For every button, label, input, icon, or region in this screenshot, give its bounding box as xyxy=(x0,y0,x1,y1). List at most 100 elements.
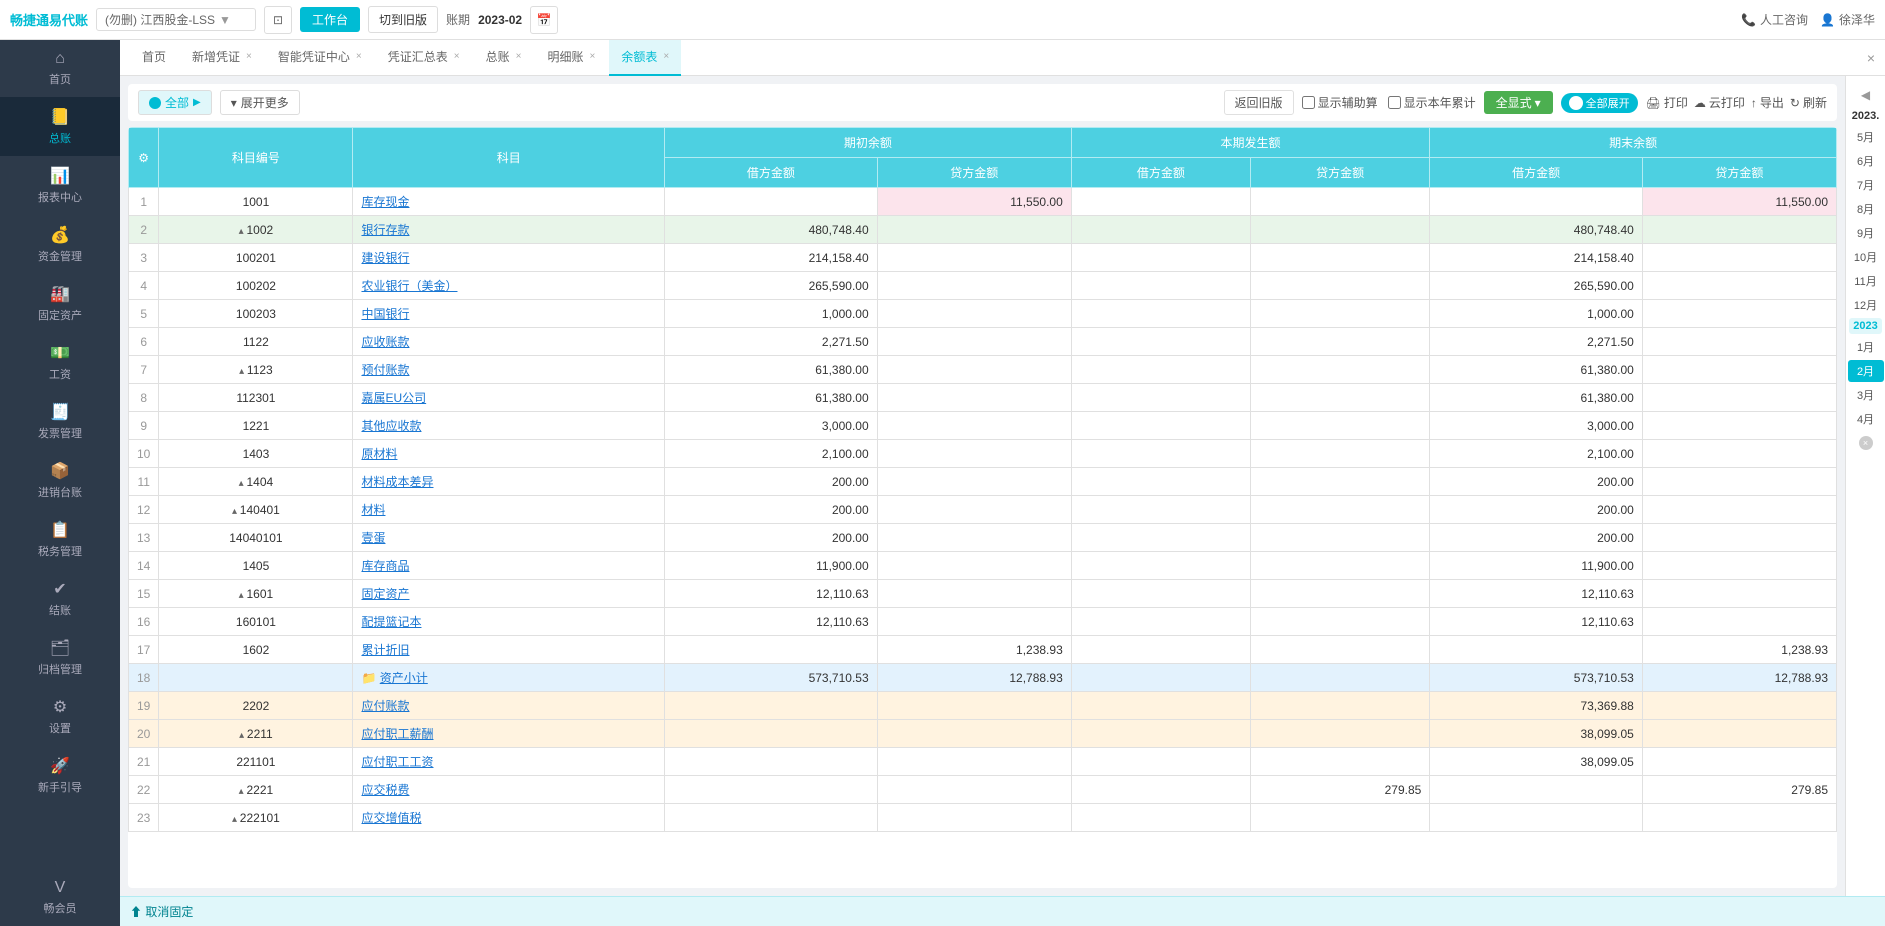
sidebar-item-home[interactable]: ⌂ 首页 xyxy=(0,40,120,97)
sidebar-item-wage[interactable]: 💵 工资 xyxy=(0,333,120,392)
bottom-bar[interactable]: ⬆ 取消固定 xyxy=(120,896,1885,926)
switch-old-button[interactable]: 切到旧版 xyxy=(368,6,438,33)
month-4[interactable]: 4月 xyxy=(1848,408,1884,430)
sidebar-item-fixed[interactable]: 🏭 固定资产 xyxy=(0,274,120,333)
show-aux-checkbox[interactable]: 显示辅助算 xyxy=(1302,94,1378,111)
month-7[interactable]: 7月 xyxy=(1848,174,1884,196)
copy-icon[interactable]: ⊡ xyxy=(264,6,292,34)
account-name[interactable]: 建设银行 xyxy=(353,244,665,272)
account-name-link[interactable]: 累计折旧 xyxy=(361,643,409,657)
tab-detail[interactable]: 明细账 × xyxy=(535,40,607,76)
sidebar-item-ledger[interactable]: 📒 总账 xyxy=(0,97,120,156)
account-name[interactable]: 预付账款 xyxy=(353,356,665,384)
account-name[interactable]: 应付账款 xyxy=(353,692,665,720)
tab-new-voucher[interactable]: 新增凭证 × xyxy=(180,40,264,76)
account-name-link[interactable]: 中国银行 xyxy=(361,307,409,321)
account-name-link[interactable]: 壹蛋 xyxy=(361,531,385,545)
sidebar-item-member[interactable]: V 畅会员 xyxy=(0,869,120,926)
account-name-link[interactable]: 固定资产 xyxy=(361,587,409,601)
account-name[interactable]: 嘉属EU公司 xyxy=(353,384,665,412)
account-name-link[interactable]: 应付账款 xyxy=(361,699,409,713)
account-name-link[interactable]: 嘉属EU公司 xyxy=(361,391,426,405)
sidebar-item-settings[interactable]: ⚙ 设置 xyxy=(0,687,120,746)
expand-all-toggle[interactable]: 全部展开 xyxy=(1561,93,1638,113)
expand-sidebar-button[interactable]: ◀ xyxy=(1857,84,1874,106)
expand-button[interactable]: ▾ 展开更多 xyxy=(220,90,300,115)
account-name-link[interactable]: 库存现金 xyxy=(361,195,409,209)
settings-col-header[interactable]: ⚙ xyxy=(129,128,159,188)
account-name[interactable]: 📁 资产小计 xyxy=(353,664,665,692)
month-12[interactable]: 12月 xyxy=(1848,294,1884,316)
account-name[interactable]: 材料成本差异 xyxy=(353,468,665,496)
tab-balance[interactable]: 余额表 × xyxy=(609,40,681,76)
tab-home[interactable]: 首页 xyxy=(130,40,178,76)
month-10[interactable]: 10月 xyxy=(1848,246,1884,268)
account-name[interactable]: 其他应收款 xyxy=(353,412,665,440)
account-name[interactable]: 库存现金 xyxy=(353,188,665,216)
month-2[interactable]: 2月 xyxy=(1848,360,1884,382)
show-year-checkbox[interactable]: 显示本年累计 xyxy=(1388,94,1476,111)
close-icon[interactable]: × xyxy=(516,51,522,62)
account-name-link[interactable]: 库存商品 xyxy=(361,559,409,573)
all-button[interactable]: 全部 ▶ xyxy=(138,90,212,115)
account-name[interactable]: 库存商品 xyxy=(353,552,665,580)
account-name-link[interactable]: 农业银行（美金） xyxy=(361,279,457,293)
account-name-link[interactable]: 应付职工薪酬 xyxy=(361,727,433,741)
account-name-link[interactable]: 原材料 xyxy=(361,447,397,461)
account-name[interactable]: 材料 xyxy=(353,496,665,524)
close-icon[interactable]: × xyxy=(663,51,669,62)
account-name-link[interactable]: 建设银行 xyxy=(361,251,409,265)
account-name[interactable]: 应付职工工资 xyxy=(353,748,665,776)
account-name-link[interactable]: 应交税费 xyxy=(361,783,409,797)
account-name[interactable]: 应交税费 xyxy=(353,776,665,804)
return-old-button[interactable]: 返回旧版 xyxy=(1224,90,1294,115)
full-style-button[interactable]: 全显式 ▾ xyxy=(1484,91,1553,114)
month-5[interactable]: 5月 xyxy=(1848,126,1884,148)
sidebar-item-report[interactable]: 📊 报表中心 xyxy=(0,156,120,215)
account-name[interactable]: 农业银行（美金） xyxy=(353,272,665,300)
show-year-input[interactable] xyxy=(1388,96,1401,109)
account-name-link[interactable]: 银行存款 xyxy=(361,223,409,237)
sidebar-item-tax[interactable]: 📋 税务管理 xyxy=(0,510,120,569)
show-aux-input[interactable] xyxy=(1302,96,1315,109)
account-name-link[interactable]: 材料 xyxy=(361,503,385,517)
account-name[interactable]: 原材料 xyxy=(353,440,665,468)
month-11[interactable]: 11月 xyxy=(1848,270,1884,292)
sidebar-item-purchase[interactable]: 📦 进销台账 xyxy=(0,451,120,510)
account-name-link[interactable]: 材料成本差异 xyxy=(361,475,433,489)
month-8[interactable]: 8月 xyxy=(1848,198,1884,220)
sidebar-item-fund[interactable]: 💰 资金管理 xyxy=(0,215,120,274)
account-name[interactable]: 银行存款 xyxy=(353,216,665,244)
refresh-button[interactable]: ↻ 刷新 xyxy=(1790,94,1827,111)
account-name-link[interactable]: 预付账款 xyxy=(361,363,409,377)
close-icon[interactable]: × xyxy=(356,51,362,62)
sidebar-item-invoice[interactable]: 🧾 发票管理 xyxy=(0,392,120,451)
account-name[interactable]: 壹蛋 xyxy=(353,524,665,552)
sidebar-item-guide[interactable]: 🚀 新手引导 xyxy=(0,746,120,805)
account-name-link[interactable]: 应付职工工资 xyxy=(361,755,433,769)
month-1[interactable]: 1月 xyxy=(1848,336,1884,358)
account-name[interactable]: 应交增值税 xyxy=(353,804,665,832)
account-name[interactable]: 应付职工薪酬 xyxy=(353,720,665,748)
account-name-link[interactable]: 应收账款 xyxy=(361,335,409,349)
consult-area[interactable]: 📞 人工咨询 xyxy=(1741,11,1808,28)
account-name-link[interactable]: 配提篮记本 xyxy=(361,615,421,629)
tab-ledger[interactable]: 总账 × xyxy=(474,40,534,76)
tab-voucher-summary[interactable]: 凭证汇总表 × xyxy=(376,40,472,76)
account-name-link[interactable]: 其他应收款 xyxy=(361,419,421,433)
account-name[interactable]: 中国银行 xyxy=(353,300,665,328)
export-button[interactable]: ↑ 导出 xyxy=(1751,94,1784,111)
cloud-print-button[interactable]: ☁ 云打印 xyxy=(1694,94,1745,111)
tab-smart-voucher[interactable]: 智能凭证中心 × xyxy=(266,40,374,76)
account-name[interactable]: 应收账款 xyxy=(353,328,665,356)
close-icon[interactable]: × xyxy=(454,51,460,62)
workbench-button[interactable]: 工作台 xyxy=(300,7,360,32)
month-9[interactable]: 9月 xyxy=(1848,222,1884,244)
month-6[interactable]: 6月 xyxy=(1848,150,1884,172)
account-name[interactable]: 配提篮记本 xyxy=(353,608,665,636)
month-3[interactable]: 3月 xyxy=(1848,384,1884,406)
user-area[interactable]: 👤 徐泽华 xyxy=(1820,11,1875,28)
account-name[interactable]: 累计折旧 xyxy=(353,636,665,664)
sidebar-item-settle[interactable]: ✔ 结账 xyxy=(0,569,120,628)
close-all-tabs-button[interactable]: × xyxy=(1867,50,1875,66)
